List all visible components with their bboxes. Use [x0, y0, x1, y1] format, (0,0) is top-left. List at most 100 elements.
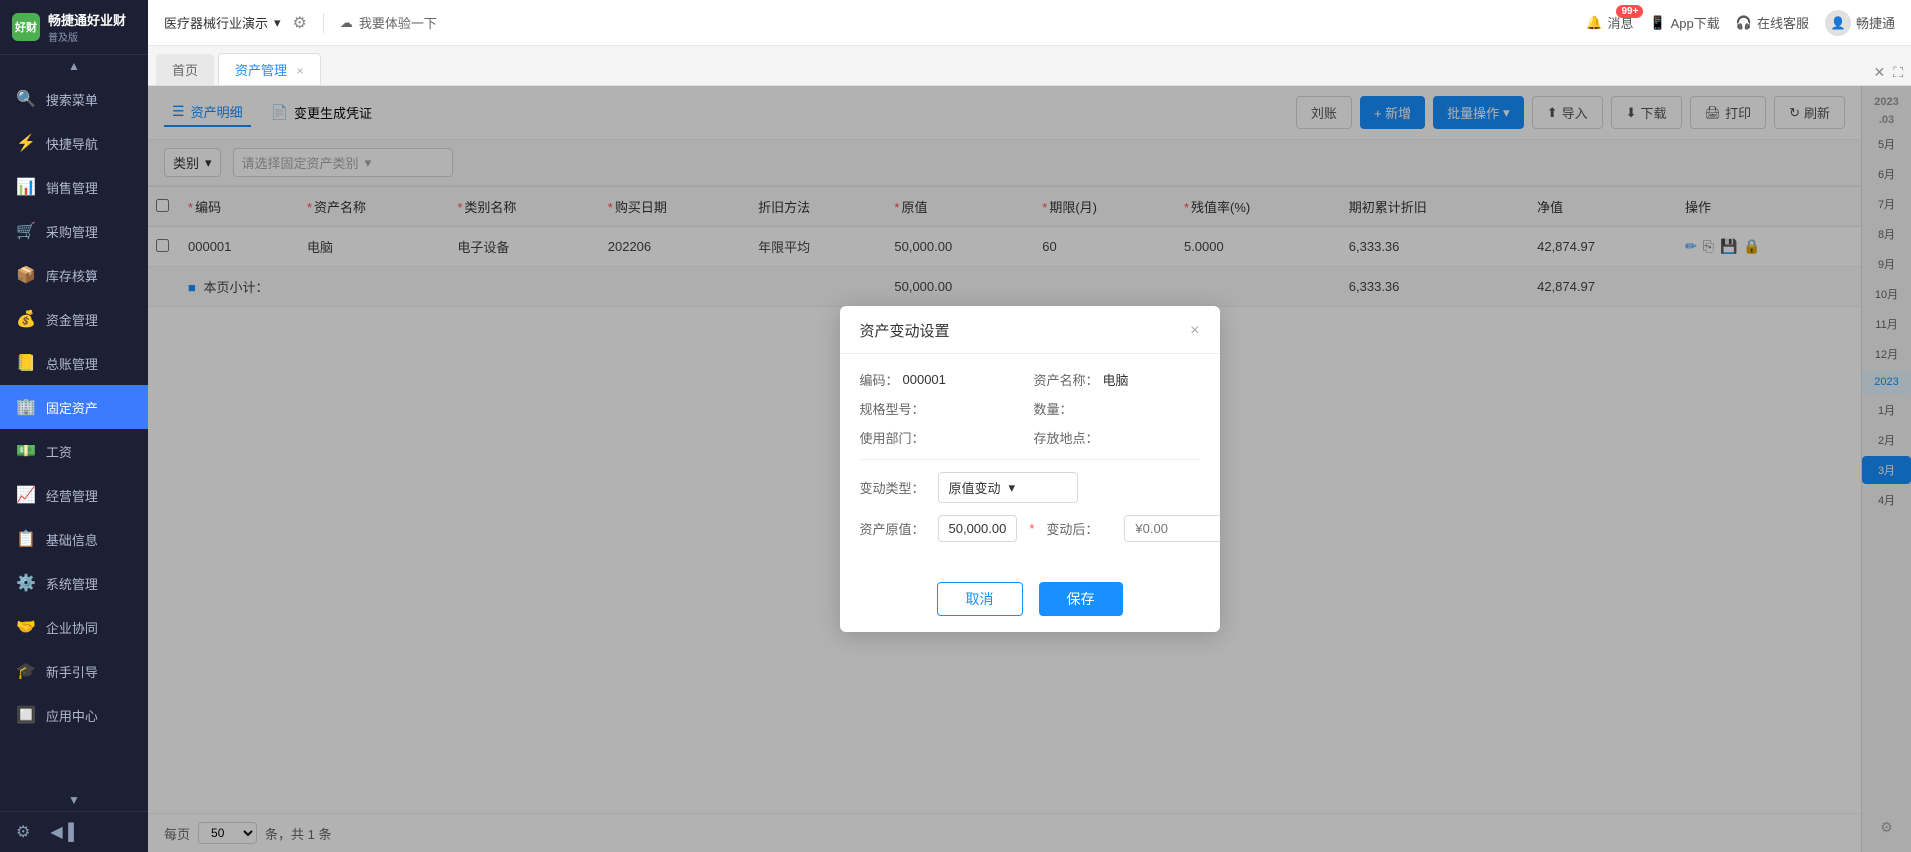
sidebar: 好财 畅捷通好业财 普及版 ▲ 🔍 搜索菜单 ⚡ 快捷导航 📊 销售管理 🛒 采… [0, 0, 148, 852]
collapse-icon[interactable]: ◀▐ [50, 822, 74, 842]
user-name: 畅捷通 [1856, 13, 1895, 32]
sidebar-nav: 🔍 搜索菜单 ⚡ 快捷导航 📊 销售管理 🛒 采购管理 📦 库存核算 💰 资金管… [0, 77, 148, 789]
dialog-spec-item: 规格型号： [860, 399, 1026, 418]
settings-icon[interactable]: ⚙ [16, 822, 30, 842]
dialog-save-button[interactable]: 保存 [1039, 582, 1123, 616]
sidebar-item-enterprise[interactable]: 🤝 企业协同 [0, 605, 148, 649]
sidebar-item-inventory[interactable]: 📦 库存核算 [0, 253, 148, 297]
sidebar-item-ledger-label: 总账管理 [46, 354, 98, 373]
sidebar-item-sales[interactable]: 📊 销售管理 [0, 165, 148, 209]
topbar-settings-icon[interactable]: ⚙ [293, 13, 307, 33]
dialog-change-type-select[interactable]: 原值变动 ▾ [938, 472, 1078, 503]
sidebar-item-basic-info-label: 基础信息 [46, 530, 98, 549]
topbar-experience[interactable]: ☁ 我要体验一下 [340, 13, 437, 32]
search-icon: 🔍 [16, 89, 36, 109]
dialog-quantity-item: 数量： [1034, 399, 1200, 418]
sales-icon: 📊 [16, 177, 36, 197]
dialog-storage-item: 存放地点： [1034, 428, 1200, 447]
tabs-bar: 首页 资产管理 × ✕ ⛶ [148, 46, 1911, 86]
dialog-department-item: 使用部门： [860, 428, 1026, 447]
sidebar-item-operations[interactable]: 📈 经营管理 [0, 473, 148, 517]
tab-home-label: 首页 [172, 63, 198, 78]
sidebar-item-search[interactable]: 🔍 搜索菜单 [0, 77, 148, 121]
dialog-cancel-button[interactable]: 取消 [937, 582, 1023, 616]
dialog-divider [860, 459, 1200, 460]
messages-button[interactable]: 🔔 消息 99+ [1586, 13, 1633, 32]
tab-close-icon[interactable]: × [297, 64, 304, 78]
dialog-spec-label: 规格型号： [860, 399, 925, 418]
window-close-icon[interactable]: ✕ [1873, 64, 1885, 81]
topbar: 医疗器械行业演示 ▾ ⚙ ☁ 我要体验一下 🔔 消息 99+ 📱 App下载 🎧… [148, 0, 1911, 46]
dialog-asset-name-label: 资产名称： [1034, 370, 1099, 389]
tab-asset-management-label: 资产管理 [235, 63, 287, 78]
dialog-code-item: 编码： 000001 [860, 370, 1026, 389]
sidebar-item-funds[interactable]: 💰 资金管理 [0, 297, 148, 341]
mobile-icon: 📱 [1649, 15, 1665, 31]
tab-home[interactable]: 首页 [156, 54, 214, 85]
scroll-down-arrow[interactable]: ▼ [0, 789, 148, 811]
sidebar-item-app-center-label: 应用中心 [46, 706, 98, 725]
dialog-row-2: 规格型号： 数量： [860, 399, 1200, 418]
inventory-icon: 📦 [16, 265, 36, 285]
dialog-save-label: 保存 [1067, 591, 1095, 607]
sidebar-item-wages[interactable]: 💵 工资 [0, 429, 148, 473]
purchase-icon: 🛒 [16, 221, 36, 241]
company-dropdown-icon[interactable]: ▾ [274, 15, 281, 31]
sidebar-item-purchase[interactable]: 🛒 采购管理 [0, 209, 148, 253]
window-expand-icon[interactable]: ⛶ [1893, 64, 1903, 81]
modal-overlay: 资产变动设置 × 编码： 000001 资产名称： 电脑 [148, 86, 1911, 852]
sidebar-logo: 好财 畅捷通好业财 普及版 [0, 0, 148, 55]
change-type-dropdown-icon: ▾ [1009, 480, 1016, 496]
sidebar-item-search-label: 搜索菜单 [46, 90, 98, 109]
sidebar-item-funds-label: 资金管理 [46, 310, 98, 329]
sidebar-item-enterprise-label: 企业协同 [46, 618, 98, 637]
dialog-footer: 取消 保存 [840, 570, 1220, 632]
dialog-change-type-row: 变动类型： 原值变动 ▾ [860, 472, 1200, 503]
sidebar-item-system-label: 系统管理 [46, 574, 98, 593]
app-download-label: App下载 [1671, 13, 1720, 32]
enterprise-icon: 🤝 [16, 617, 36, 637]
fixed-assets-icon: 🏢 [16, 397, 36, 417]
app-download-button[interactable]: 📱 App下载 [1649, 13, 1719, 32]
dialog-row-3: 使用部门： 存放地点： [860, 428, 1200, 447]
sidebar-item-quick-nav-label: 快捷导航 [46, 134, 98, 153]
user-profile[interactable]: 👤 畅捷通 [1825, 10, 1895, 36]
dialog-code-label: 编码： [860, 370, 899, 389]
sidebar-item-ledger[interactable]: 📒 总账管理 [0, 341, 148, 385]
dialog-storage-label: 存放地点： [1034, 428, 1099, 447]
sidebar-item-guide[interactable]: 🎓 新手引导 [0, 649, 148, 693]
dialog-close-button[interactable]: × [1190, 322, 1199, 340]
cloud-icon: ☁ [340, 15, 353, 31]
dialog-asset-name-item: 资产名称： 电脑 [1034, 370, 1200, 389]
dialog-code-value: 000001 [903, 372, 946, 387]
operations-icon: 📈 [16, 485, 36, 505]
ledger-icon: 📒 [16, 353, 36, 373]
tab-asset-management[interactable]: 资产管理 × [218, 53, 321, 85]
wages-icon: 💵 [16, 441, 36, 461]
headset-icon: 🎧 [1736, 15, 1752, 31]
bell-icon: 🔔 [1586, 15, 1602, 31]
window-controls: ✕ ⛶ [1873, 64, 1903, 85]
dialog-after-change-label: 变动后： [1046, 519, 1116, 538]
app-edition: 普及版 [48, 29, 126, 44]
dialog-cancel-label: 取消 [966, 591, 994, 607]
dialog-body: 编码： 000001 资产名称： 电脑 规格型号： [840, 354, 1220, 570]
dialog-original-value-input[interactable]: 50,000.00 [938, 515, 1018, 542]
topbar-right: 🔔 消息 99+ 📱 App下载 🎧 在线客服 👤 畅捷通 [1586, 10, 1895, 36]
sidebar-item-basic-info[interactable]: 📋 基础信息 [0, 517, 148, 561]
messages-badge: 99+ [1616, 5, 1643, 18]
experience-label: 我要体验一下 [359, 13, 437, 32]
scroll-up-arrow[interactable]: ▲ [0, 55, 148, 77]
sidebar-item-fixed-assets[interactable]: 🏢 固定资产 [0, 385, 148, 429]
content-area: ☰ 资产明细 📄 变更生成凭证 刘账 + 新增 批量操作 ▾ [148, 86, 1911, 852]
sidebar-item-system[interactable]: ⚙️ 系统管理 [0, 561, 148, 605]
sidebar-item-operations-label: 经营管理 [46, 486, 98, 505]
sidebar-item-app-center[interactable]: 🔲 应用中心 [0, 693, 148, 737]
online-service-button[interactable]: 🎧 在线客服 [1736, 13, 1809, 32]
sidebar-item-fixed-assets-label: 固定资产 [46, 398, 98, 417]
dialog-after-change-input[interactable] [1124, 515, 1219, 542]
topbar-divider [323, 13, 324, 33]
sidebar-item-quick-nav[interactable]: ⚡ 快捷导航 [0, 121, 148, 165]
dialog-change-type-label: 变动类型： [860, 478, 930, 497]
app-name: 畅捷通好业财 [48, 10, 126, 29]
